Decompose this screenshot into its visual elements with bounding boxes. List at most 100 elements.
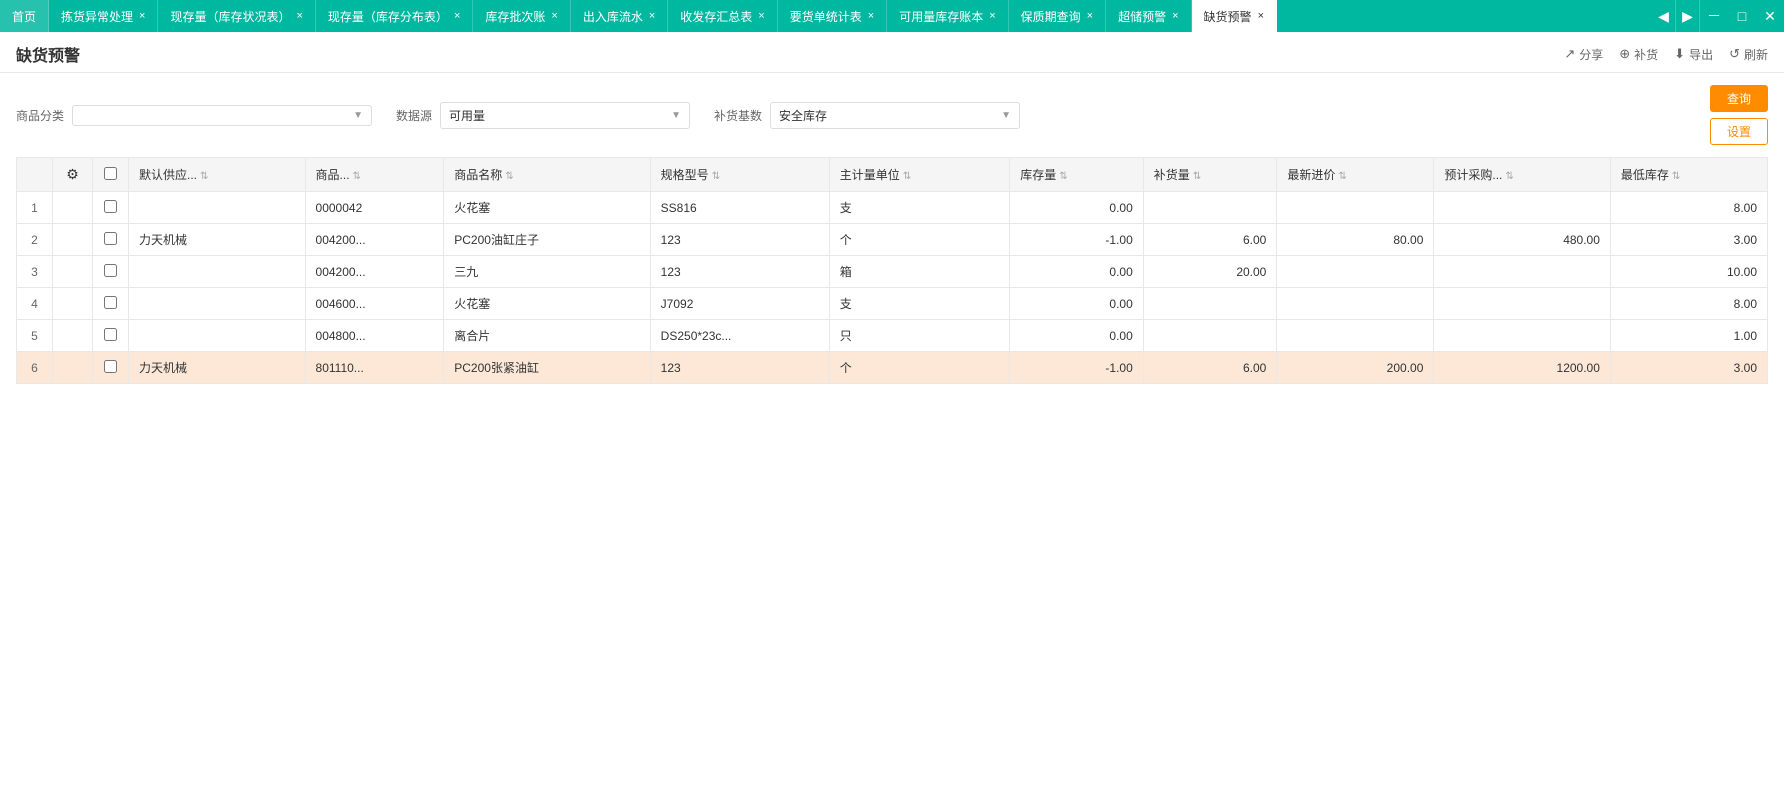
col-header-restock_qty: 补货量⇅ — [1143, 158, 1277, 192]
page-content: 缺货预警 ↗ 分享 ⊕ 补货 ⬇ 导出 ↺ 刷新 商品分类 — [0, 32, 1784, 796]
tab-close-inventory-status[interactable]: × — [296, 10, 302, 22]
row-checkbox-5[interactable] — [104, 360, 117, 373]
query-button[interactable]: 查询 — [1710, 85, 1768, 112]
row-settings-1 — [53, 224, 93, 256]
row-checkbox-1[interactable] — [104, 232, 117, 245]
tab-close-batch-account[interactable]: × — [551, 10, 557, 22]
tab-close-receipt-summary[interactable]: × — [758, 10, 764, 22]
table-row: 3004200...三九123箱0.0020.0010.00 — [17, 256, 1768, 288]
tab-home[interactable]: 首页 — [0, 0, 49, 32]
sort-icon-est_purchase[interactable]: ⇅ — [1505, 171, 1513, 182]
unit-2: 箱 — [829, 256, 1009, 288]
tab-inventory-status[interactable]: 现存量（库存状况表）× — [158, 0, 315, 32]
sort-icon-default_supplier[interactable]: ⇅ — [200, 171, 208, 182]
col-header-checkbox[interactable] — [93, 158, 129, 192]
product-code-5: 801110... — [305, 352, 444, 384]
col-header-settings[interactable]: ⚙ — [53, 158, 93, 192]
sort-icon-min_stock[interactable]: ⇅ — [1672, 171, 1680, 182]
default-supplier-4 — [129, 320, 306, 352]
row-settings-0 — [53, 192, 93, 224]
filter-actions: 查询 设置 — [1710, 85, 1768, 145]
restock-basis-label: 补货基数 — [714, 107, 762, 124]
restock-basis-select[interactable]: 安全库存 ▼ — [770, 102, 1020, 129]
stock-5: -1.00 — [1010, 352, 1144, 384]
tab-close-inout-flow[interactable]: × — [649, 10, 655, 22]
tab-close-inventory-dist[interactable]: × — [454, 10, 460, 22]
product-code-3: 004600... — [305, 288, 444, 320]
latest-price-1: 80.00 — [1277, 224, 1434, 256]
sort-icon-product_code[interactable]: ⇅ — [353, 171, 361, 182]
restock-qty-2: 20.00 — [1143, 256, 1277, 288]
row-num-3: 4 — [17, 288, 53, 320]
tab-prev-button[interactable]: ◀ — [1652, 0, 1676, 32]
tab-close-overstock-warning[interactable]: × — [1172, 10, 1178, 22]
settings-button[interactable]: 设置 — [1710, 118, 1768, 145]
close-button[interactable]: ✕ — [1756, 0, 1784, 32]
min-stock-3: 8.00 — [1610, 288, 1767, 320]
restock-button[interactable]: ⊕ 补货 — [1619, 46, 1658, 63]
tab-label-requisition-stat: 要货单统计表 — [790, 8, 862, 25]
row-checkbox-0[interactable] — [104, 200, 117, 213]
est-purchase-0 — [1434, 192, 1611, 224]
tab-exception[interactable]: 拣货异常处理× — [49, 0, 158, 32]
spec-0: SS816 — [650, 192, 829, 224]
row-checkbox-3[interactable] — [104, 296, 117, 309]
col-header-unit: 主计量单位⇅ — [829, 158, 1009, 192]
tab-requisition-stat[interactable]: 要货单统计表 × — [778, 0, 887, 32]
row-checkbox-4[interactable] — [104, 328, 117, 341]
tab-close-expiry-query[interactable]: × — [1087, 10, 1093, 22]
default-supplier-0 — [129, 192, 306, 224]
maximize-button[interactable]: □ — [1728, 0, 1756, 32]
tab-receipt-summary[interactable]: 收发存汇总表× — [668, 0, 777, 32]
tab-batch-account[interactable]: 库存批次账× — [473, 0, 570, 32]
sort-icon-product_name[interactable]: ⇅ — [505, 171, 513, 182]
minimize-button[interactable]: － — [1700, 0, 1728, 32]
default-supplier-2 — [129, 256, 306, 288]
tab-inventory-dist[interactable]: 现存量（库存分布表） × — [316, 0, 473, 32]
tab-close-exception[interactable]: × — [139, 10, 145, 22]
col-label-product_code: 商品... — [316, 168, 350, 182]
col-label-default_supplier: 默认供应... — [139, 168, 197, 182]
sort-icon-latest_price[interactable]: ⇅ — [1338, 171, 1346, 182]
col-header-product_name: 商品名称⇅ — [444, 158, 650, 192]
unit-1: 个 — [829, 224, 1009, 256]
sort-icon-unit[interactable]: ⇅ — [903, 171, 911, 182]
tab-bar: 首页拣货异常处理×现存量（库存状况表）×现存量（库存分布表）×库存批次账×出入库… — [0, 0, 1784, 32]
default-supplier-3 — [129, 288, 306, 320]
tab-next-button[interactable]: ▶ — [1676, 0, 1700, 32]
datasource-select[interactable]: 可用量 ▼ — [440, 102, 690, 129]
tab-close-available-ledger[interactable]: × — [989, 10, 995, 22]
share-icon: ↗ — [1564, 46, 1575, 62]
tab-overstock-warning[interactable]: 超储预警× — [1106, 0, 1191, 32]
restock-qty-5: 6.00 — [1143, 352, 1277, 384]
tab-expiry-query[interactable]: 保质期查询× — [1009, 0, 1106, 32]
gear-icon[interactable]: ⚙ — [66, 166, 79, 182]
sort-icon-spec[interactable]: ⇅ — [712, 171, 720, 182]
select-all-checkbox[interactable] — [104, 167, 117, 180]
tab-available-ledger[interactable]: 可用量库存账本× — [887, 0, 1008, 32]
sort-icon-restock_qty[interactable]: ⇅ — [1193, 171, 1201, 182]
col-header-default_supplier: 默认供应...⇅ — [129, 158, 306, 192]
sort-icon-stock[interactable]: ⇅ — [1059, 171, 1067, 182]
product-name-2: 三九 — [444, 256, 650, 288]
restock-basis-select-value: 安全库存 — [779, 107, 827, 124]
tab-label-inventory-dist: 现存量（库存分布表） — [328, 8, 448, 25]
row-settings-2 — [53, 256, 93, 288]
restock-icon: ⊕ — [1619, 46, 1630, 62]
tab-close-shortage-warning[interactable]: × — [1258, 10, 1264, 22]
tab-shortage-warning[interactable]: 缺货预警× — [1192, 0, 1277, 32]
refresh-button[interactable]: ↺ 刷新 — [1729, 46, 1768, 63]
page-header: 缺货预警 ↗ 分享 ⊕ 补货 ⬇ 导出 ↺ 刷新 — [0, 32, 1784, 73]
latest-price-4 — [1277, 320, 1434, 352]
spec-5: 123 — [650, 352, 829, 384]
export-button[interactable]: ⬇ 导出 — [1674, 46, 1713, 63]
row-checkbox-2[interactable] — [104, 264, 117, 277]
datasource-select-value: 可用量 — [449, 107, 485, 124]
table-row: 5004800...离合片DS250*23c...只0.001.00 — [17, 320, 1768, 352]
latest-price-3 — [1277, 288, 1434, 320]
tab-inout-flow[interactable]: 出入库流水× — [571, 0, 668, 32]
share-button[interactable]: ↗ 分享 — [1564, 46, 1603, 63]
col-label-min_stock: 最低库存 — [1621, 168, 1669, 182]
tab-close-requisition-stat[interactable]: × — [868, 10, 874, 22]
category-select[interactable]: ▼ — [72, 105, 372, 126]
